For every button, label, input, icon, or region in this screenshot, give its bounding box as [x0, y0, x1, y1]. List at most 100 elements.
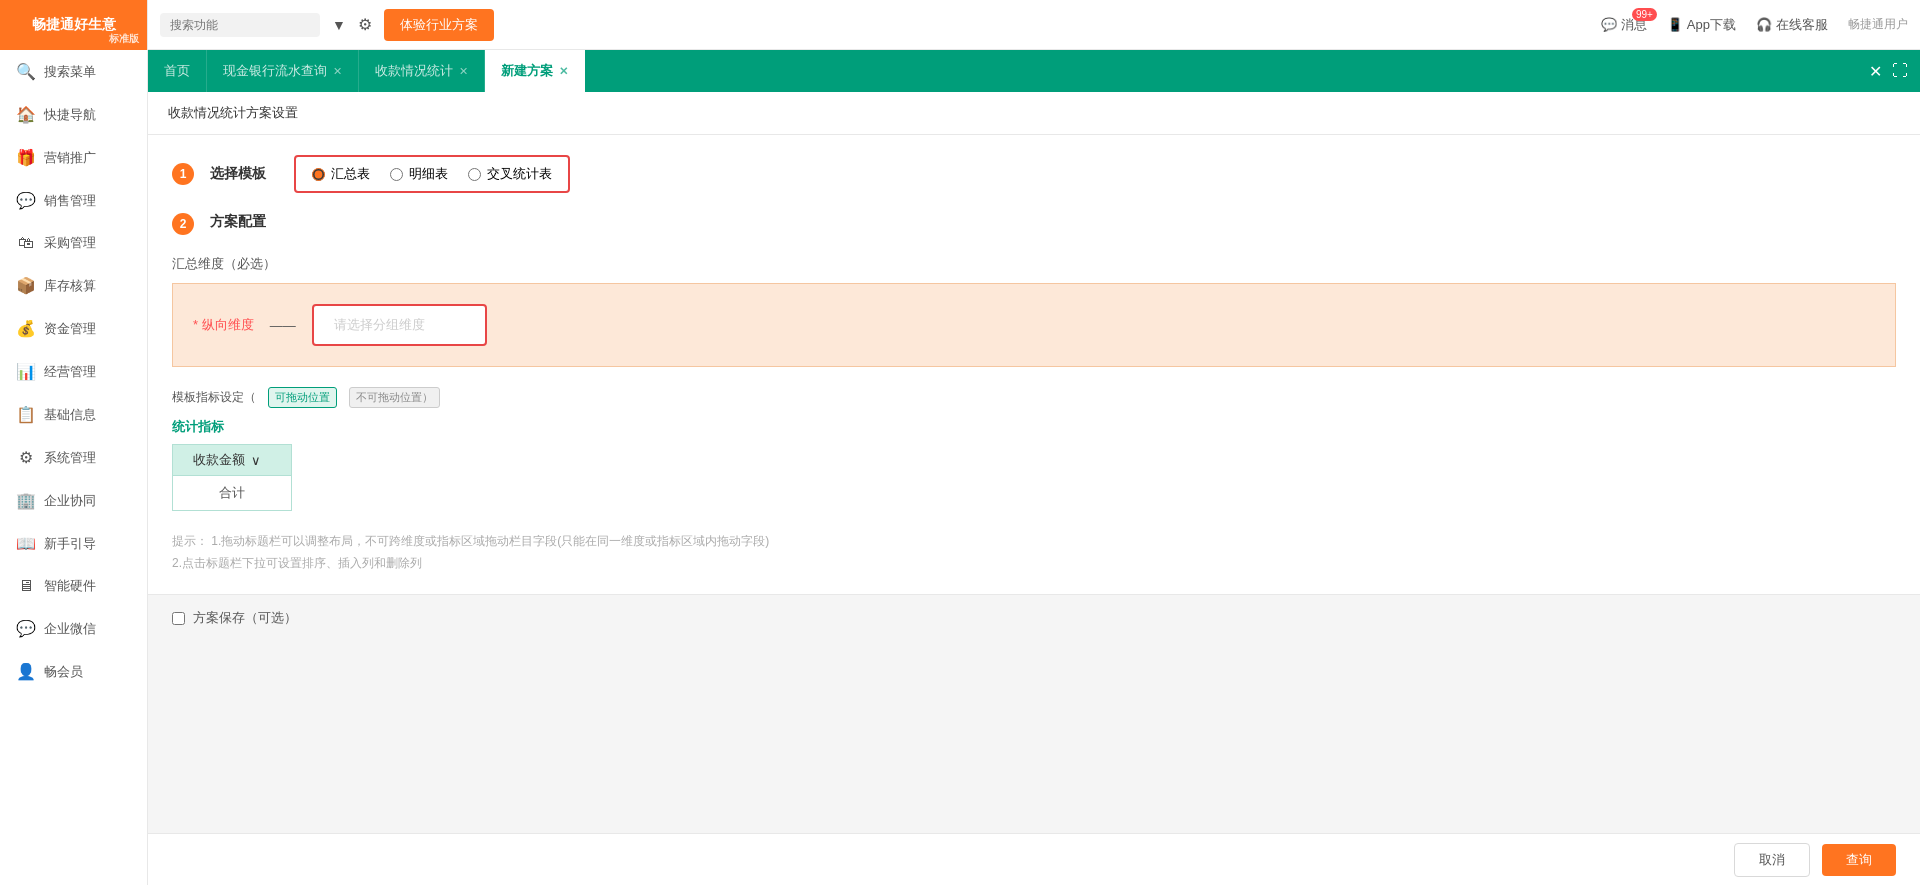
sidebar-item-search-menu[interactable]: 🔍 搜索菜单	[0, 50, 147, 93]
smart-hw-icon: 🖥	[16, 577, 36, 595]
topbar-right: 💬 消息 99+ 📱 App下载 🎧 在线客服 畅捷通用户	[1601, 16, 1908, 34]
save-plan-checkbox[interactable]	[172, 612, 185, 625]
sidebar-item-basic-info[interactable]: 📋 基础信息	[0, 393, 147, 436]
cancel-button[interactable]: 取消	[1734, 843, 1810, 877]
save-plan-label: 方案保存（可选）	[193, 609, 297, 627]
close-window-button[interactable]: ✕	[1869, 62, 1882, 81]
sidebar-item-operations[interactable]: 📊 经营管理	[0, 350, 147, 393]
sidebar-item-label: 快捷导航	[44, 106, 96, 124]
purchase-icon: 🛍	[16, 234, 36, 252]
template-cross-label: 交叉统计表	[487, 165, 552, 183]
tab-receipt-stats[interactable]: 收款情况统计 ✕	[359, 50, 485, 92]
system-icon: ⚙	[16, 448, 36, 467]
app-download-button[interactable]: 📱 App下载	[1667, 16, 1736, 34]
sidebar-item-label: 销售管理	[44, 192, 96, 210]
sidebar-item-label: 采购管理	[44, 234, 96, 252]
sidebar-item-marketing[interactable]: 🎁 营销推广	[0, 136, 147, 179]
sidebar-item-label: 基础信息	[44, 406, 96, 424]
draggable-tag: 可拖动位置	[268, 387, 337, 408]
sidebar-item-quick-nav[interactable]: 🏠 快捷导航	[0, 93, 147, 136]
sidebar: 畅捷通好生意 标准版 🔍 搜索菜单 🏠 快捷导航 🎁 营销推广 💬 销售管理 🛍…	[0, 0, 148, 885]
sales-icon: 💬	[16, 191, 36, 210]
sidebar-item-member[interactable]: 👤 畅会员	[0, 650, 147, 693]
message-button[interactable]: 💬 消息 99+	[1601, 16, 1647, 34]
config-section: 汇总维度（必选） * 纵向维度 —— 请选择分组维度 模板指标设定（ 可拖动位置…	[172, 255, 1896, 574]
step1-label: 选择模板	[210, 165, 266, 183]
tab-new-plan[interactable]: 新建方案 ✕	[485, 50, 585, 92]
sidebar-item-guide[interactable]: 📖 新手引导	[0, 522, 147, 565]
sidebar-item-collab[interactable]: 🏢 企业协同	[0, 479, 147, 522]
metrics-title: 统计指标	[172, 418, 1896, 436]
metrics-data-cell: 合计	[173, 476, 291, 510]
logo-text: 畅捷通好生意	[32, 16, 116, 34]
app-download-icon: 📱	[1667, 17, 1683, 32]
search-menu-icon: 🔍	[16, 62, 36, 81]
sidebar-item-wechat[interactable]: 💬 企业微信	[0, 607, 147, 650]
wechat-icon: 💬	[16, 619, 36, 638]
sidebar-item-label: 经营管理	[44, 363, 96, 381]
sidebar-item-label: 营销推广	[44, 149, 96, 167]
tab-home[interactable]: 首页	[148, 50, 207, 92]
sidebar-item-sales[interactable]: 💬 销售管理	[0, 179, 147, 222]
sidebar-item-label: 资金管理	[44, 320, 96, 338]
template-detail-radio[interactable]	[390, 168, 403, 181]
query-button[interactable]: 查询	[1822, 844, 1896, 876]
metrics-header-cell[interactable]: 收款金额 ∨	[173, 445, 291, 476]
version-badge: 标准版	[109, 32, 139, 46]
template-summary-option[interactable]: 汇总表	[312, 165, 370, 183]
template-cross-radio[interactable]	[468, 168, 481, 181]
metrics-table: 收款金额 ∨ 合计	[172, 444, 292, 511]
template-cross-option[interactable]: 交叉统计表	[468, 165, 552, 183]
template-detail-option[interactable]: 明细表	[390, 165, 448, 183]
main-area: ▼ ⚙ 体验行业方案 💬 消息 99+ 📱 App下载 🎧 在线客服 畅捷通用户…	[148, 0, 1920, 885]
tabbar-actions: ✕ ⛶	[1857, 50, 1920, 92]
inventory-icon: 📦	[16, 276, 36, 295]
page-header: 收款情况统计方案设置	[148, 92, 1920, 135]
footer-section: 方案保存（可选）	[148, 594, 1920, 641]
non-draggable-tag: 不可拖动位置）	[349, 387, 440, 408]
tab-bank-flow[interactable]: 现金银行流水查询 ✕	[207, 50, 359, 92]
industry-plan-button[interactable]: 体验行业方案	[384, 9, 494, 41]
online-service-button[interactable]: 🎧 在线客服	[1756, 16, 1828, 34]
dropdown-button[interactable]: ▼	[332, 17, 346, 33]
sidebar-item-label: 新手引导	[44, 535, 96, 553]
sidebar-item-label: 搜索菜单	[44, 63, 96, 81]
step2-row: 2 方案配置	[172, 213, 1896, 235]
search-input[interactable]	[160, 13, 320, 37]
metrics-section: 模板指标设定（ 可拖动位置 不可拖动位置） 统计指标 收款金额 ∨ 合计	[172, 387, 1896, 511]
guide-icon: 📖	[16, 534, 36, 553]
sidebar-item-smart-hw[interactable]: 🖥 智能硬件	[0, 565, 147, 607]
step2-label: 方案配置	[210, 213, 266, 231]
expand-window-button[interactable]: ⛶	[1892, 62, 1908, 80]
metrics-header-row: 模板指标设定（ 可拖动位置 不可拖动位置）	[172, 387, 1896, 408]
template-detail-label: 明细表	[409, 165, 448, 183]
metrics-header-text: 模板指标设定（	[172, 389, 256, 406]
hints: 提示： 1.拖动标题栏可以调整布局，不可跨维度或指标区域拖动栏目字段(只能在同一…	[172, 531, 1896, 574]
tab-bank-flow-close[interactable]: ✕	[333, 65, 342, 78]
sidebar-item-finance[interactable]: 💰 资金管理	[0, 307, 147, 350]
operations-icon: 📊	[16, 362, 36, 381]
sidebar-item-label: 企业协同	[44, 492, 96, 510]
finance-icon: 💰	[16, 319, 36, 338]
vertical-dimension-label: * 纵向维度	[193, 316, 254, 334]
dimension-select[interactable]: 请选择分组维度	[312, 304, 487, 346]
sidebar-item-label: 系统管理	[44, 449, 96, 467]
dimension-title: 汇总维度（必选）	[172, 255, 1896, 273]
tab-new-plan-close[interactable]: ✕	[559, 65, 568, 78]
sidebar-item-inventory[interactable]: 📦 库存核算	[0, 264, 147, 307]
message-icon: 💬	[1601, 17, 1617, 32]
step1-row: 1 选择模板 汇总表 明细表 交叉统计表	[172, 155, 1896, 193]
tabbar: 首页 现金银行流水查询 ✕ 收款情况统计 ✕ 新建方案 ✕ ✕ ⛶	[148, 50, 1920, 92]
sidebar-item-system[interactable]: ⚙ 系统管理	[0, 436, 147, 479]
form-section: 1 选择模板 汇总表 明细表 交叉统计表	[148, 135, 1920, 594]
page-title: 收款情况统计方案设置	[168, 105, 298, 120]
home-icon: 🏠	[16, 105, 36, 124]
username-label: 畅捷通用户	[1848, 16, 1908, 33]
tab-receipt-stats-close[interactable]: ✕	[459, 65, 468, 78]
sidebar-item-label: 库存核算	[44, 277, 96, 295]
member-icon: 👤	[16, 662, 36, 681]
settings-button[interactable]: ⚙	[358, 15, 372, 34]
template-summary-radio[interactable]	[312, 168, 325, 181]
sidebar-item-purchase[interactable]: 🛍 采购管理	[0, 222, 147, 264]
dimension-row: * 纵向维度 —— 请选择分组维度	[193, 304, 1875, 346]
